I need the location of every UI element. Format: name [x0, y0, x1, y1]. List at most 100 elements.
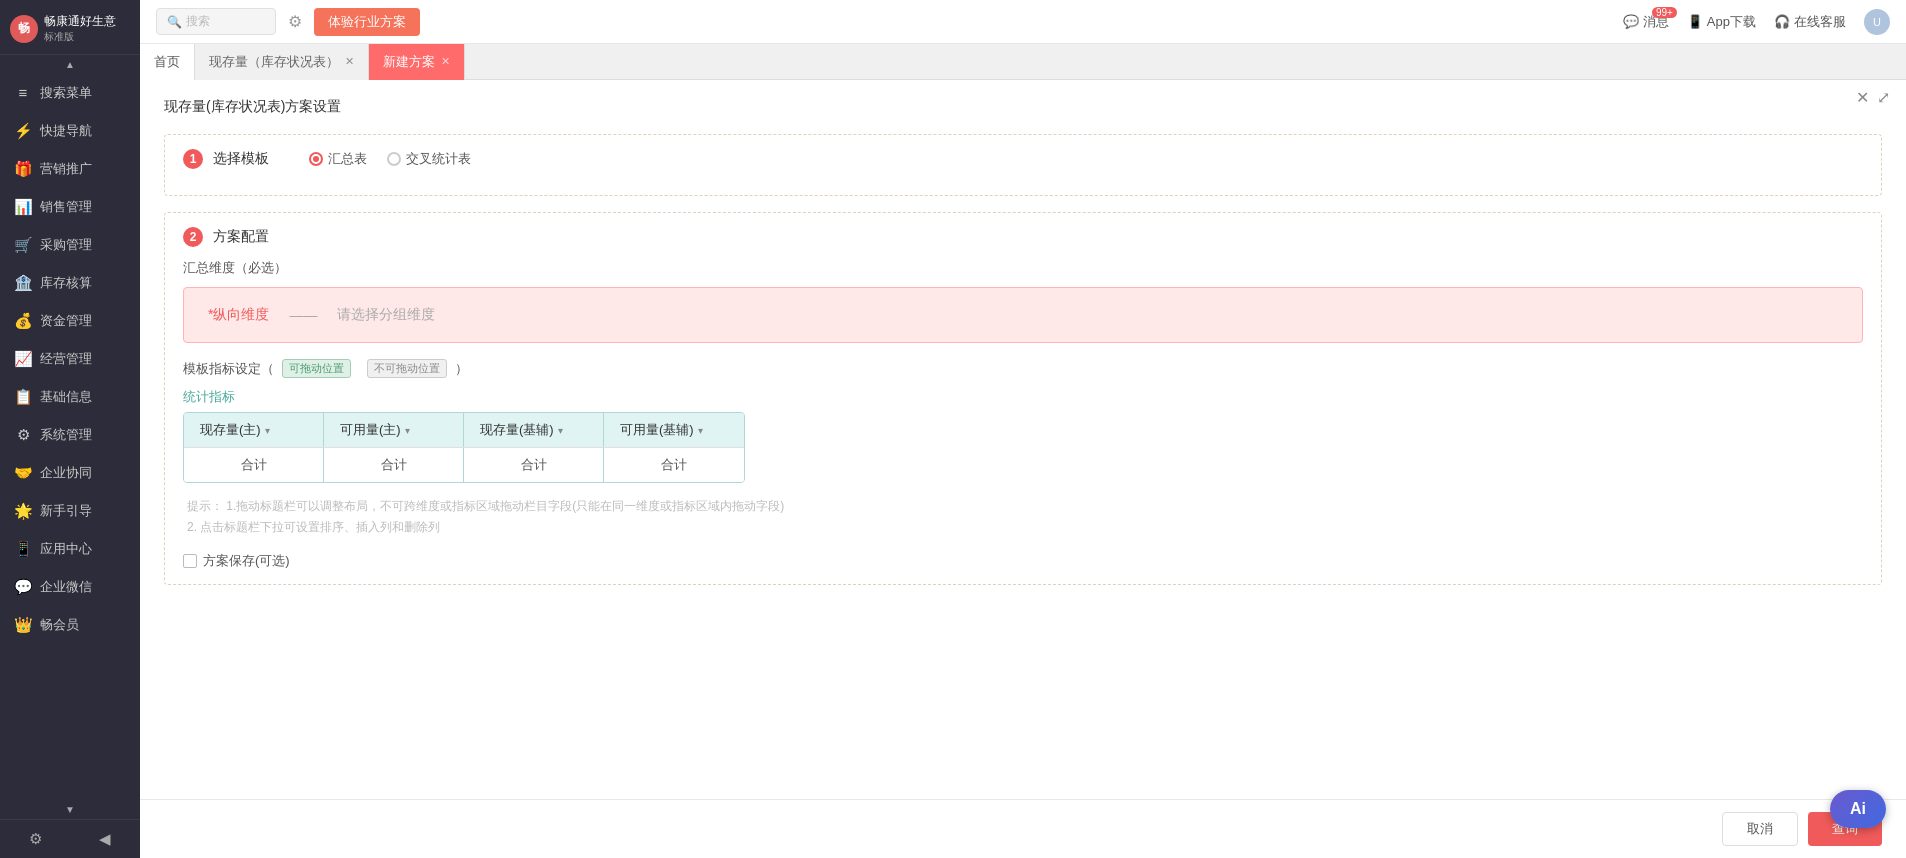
- template-options: 汇总表 交叉统计表: [309, 150, 471, 168]
- col-body-0: 合计: [184, 448, 324, 482]
- sidebar-item-label: 基础信息: [40, 388, 92, 406]
- quicknav-icon: ⚡: [14, 122, 32, 140]
- step2-badge: 2: [183, 227, 203, 247]
- aggregate-label: 汇总维度（必选）: [183, 259, 1863, 277]
- sidebar-item-label: 快捷导航: [40, 122, 92, 140]
- step1-badge: 1: [183, 149, 203, 169]
- panel-close-icon[interactable]: ✕: [1856, 88, 1869, 107]
- step1-section: 1 选择模板 汇总表 交叉统计表: [164, 134, 1882, 196]
- settings-bottom-icon[interactable]: ⚙: [29, 830, 42, 848]
- col-body-2: 合计: [464, 448, 604, 482]
- app-download-btn[interactable]: 📱 App下载: [1687, 13, 1756, 31]
- chevron-down-icon-0: ▾: [265, 425, 270, 436]
- topbar-right: 💬 消息 99+ 📱 App下载 🎧 在线客服 U: [1623, 9, 1890, 35]
- col-body-3: 合计: [604, 448, 744, 482]
- save-checkbox-label: 方案保存(可选): [203, 552, 290, 570]
- indicator-settings-prefix: 模板指标设定（: [183, 360, 274, 378]
- radio-cross[interactable]: 交叉统计表: [387, 150, 471, 168]
- cancel-button[interactable]: 取消: [1722, 812, 1798, 846]
- finance-icon: 💰: [14, 312, 32, 330]
- tag-not-draggable: 不可拖动位置: [367, 359, 447, 378]
- sidebar-item-system[interactable]: ⚙ 系统管理: [0, 416, 140, 454]
- dim-placeholder: 请选择分组维度: [337, 306, 435, 324]
- topbar-gear-icon[interactable]: ⚙: [288, 12, 302, 31]
- sidebar-item-search[interactable]: ≡ 搜索菜单: [0, 74, 140, 112]
- topbar-search[interactable]: 🔍 搜索: [156, 8, 276, 35]
- tab-inventory-label: 现存量（库存状况表）: [209, 53, 339, 71]
- sidebar-item-label: 应用中心: [40, 540, 92, 558]
- app-name: 畅康通好生意: [44, 14, 116, 30]
- sidebar: 畅 畅康通好生意 标准版 ▲ ≡ 搜索菜单 ⚡ 快捷导航 🎁 营销推广 📊 销售…: [0, 0, 140, 858]
- basics-icon: 📋: [14, 388, 32, 406]
- tab-inventory-close-icon[interactable]: ✕: [345, 55, 354, 68]
- collapse-sidebar-icon[interactable]: ◀: [99, 830, 111, 848]
- tab-inventory[interactable]: 现存量（库存状况表） ✕: [195, 44, 369, 80]
- sidebar-item-label: 系统管理: [40, 426, 92, 444]
- search-menu-icon: ≡: [14, 84, 32, 101]
- sidebar-item-operations[interactable]: 📈 经营管理: [0, 340, 140, 378]
- radio-summary[interactable]: 汇总表: [309, 150, 367, 168]
- ai-button[interactable]: Ai: [1830, 790, 1886, 828]
- chevron-down-icon-2: ▾: [558, 425, 563, 436]
- tab-new-plan-label: 新建方案: [383, 53, 435, 71]
- messages-badge[interactable]: 💬 消息 99+: [1623, 13, 1669, 31]
- sidebar-item-label: 经营管理: [40, 350, 92, 368]
- topbar: 🔍 搜索 ⚙ 体验行业方案 💬 消息 99+ 📱 App下载 🎧 在线客服 U: [140, 0, 1906, 44]
- panel-controls: ✕ ⤢: [1856, 88, 1890, 107]
- sidebar-item-wechat[interactable]: 💬 企业微信: [0, 568, 140, 606]
- user-menu[interactable]: U: [1864, 9, 1890, 35]
- sidebar-item-member[interactable]: 👑 畅会员: [0, 606, 140, 644]
- col-header-1[interactable]: 可用量(主) ▾: [324, 413, 464, 447]
- dimension-box[interactable]: *纵向维度 —— 请选择分组维度: [183, 287, 1863, 343]
- sidebar-item-purchase[interactable]: 🛒 采购管理: [0, 226, 140, 264]
- sidebar-item-collab[interactable]: 🤝 企业协同: [0, 454, 140, 492]
- tag-draggable: 可拖动位置: [282, 359, 351, 378]
- table-header-row: 现存量(主) ▾ 可用量(主) ▾ 现存量(基辅) ▾ 可用量(基辅): [184, 413, 744, 447]
- sidebar-item-finance[interactable]: 💰 资金管理: [0, 302, 140, 340]
- dim-arrow: ——: [289, 307, 317, 323]
- sidebar-item-label: 企业微信: [40, 578, 92, 596]
- tab-new-plan[interactable]: 新建方案 ✕: [369, 44, 465, 80]
- sidebar-nav: ≡ 搜索菜单 ⚡ 快捷导航 🎁 营销推广 📊 销售管理 🛒 采购管理 🏦 库存核…: [0, 74, 140, 800]
- sidebar-item-appcenter[interactable]: 📱 应用中心: [0, 530, 140, 568]
- trial-button[interactable]: 体验行业方案: [314, 8, 420, 36]
- member-icon: 👑: [14, 616, 32, 634]
- download-icon: 📱: [1687, 14, 1703, 29]
- app-download-label: App下载: [1707, 13, 1756, 31]
- online-service-label: 在线客服: [1794, 13, 1846, 31]
- sidebar-item-basics[interactable]: 📋 基础信息: [0, 378, 140, 416]
- ai-label: Ai: [1850, 800, 1866, 818]
- newuser-icon: 🌟: [14, 502, 32, 520]
- sidebar-item-marketing[interactable]: 🎁 营销推广: [0, 150, 140, 188]
- sidebar-bottom: ⚙ ◀: [0, 819, 140, 858]
- step1-header: 1 选择模板 汇总表 交叉统计表: [183, 149, 1863, 169]
- tab-home[interactable]: 首页: [140, 44, 195, 80]
- tab-new-plan-close-icon[interactable]: ✕: [441, 55, 450, 68]
- messages-count: 99+: [1652, 7, 1677, 18]
- panel-expand-icon[interactable]: ⤢: [1877, 88, 1890, 107]
- sidebar-item-label: 企业协同: [40, 464, 92, 482]
- online-service-btn[interactable]: 🎧 在线客服: [1774, 13, 1846, 31]
- radio-summary-label: 汇总表: [328, 150, 367, 168]
- col-header-0[interactable]: 现存量(主) ▾: [184, 413, 324, 447]
- col-header-label-2: 现存量(基辅): [480, 421, 554, 439]
- save-checkbox[interactable]: [183, 554, 197, 568]
- sidebar-item-inventory[interactable]: 🏦 库存核算: [0, 264, 140, 302]
- sidebar-item-sales[interactable]: 📊 销售管理: [0, 188, 140, 226]
- sidebar-item-newuser[interactable]: 🌟 新手引导: [0, 492, 140, 530]
- col-header-2[interactable]: 现存量(基辅) ▾: [464, 413, 604, 447]
- logo-icon: 畅: [10, 15, 38, 43]
- sidebar-scroll-up[interactable]: ▲: [0, 55, 140, 74]
- app-version: 标准版: [44, 30, 116, 44]
- chevron-down-icon-1: ▾: [405, 425, 410, 436]
- step2-section: 2 方案配置 汇总维度（必选） *纵向维度 —— 请选择分组维度 模板指标设定（…: [164, 212, 1882, 585]
- sales-icon: 📊: [14, 198, 32, 216]
- content-area: ✕ ⤢ 现存量(库存状况表)方案设置 1 选择模板 汇总表: [140, 80, 1906, 799]
- tips-section: 提示： 1.拖动标题栏可以调整布局，不可跨维度或指标区域拖动栏目字段(只能在同一…: [183, 498, 1863, 536]
- sidebar-scroll-down[interactable]: ▼: [0, 800, 140, 819]
- col-header-3[interactable]: 可用量(基辅) ▾: [604, 413, 744, 447]
- message-icon: 💬: [1623, 14, 1639, 29]
- purchase-icon: 🛒: [14, 236, 32, 254]
- marketing-icon: 🎁: [14, 160, 32, 178]
- sidebar-item-quicknav[interactable]: ⚡ 快捷导航: [0, 112, 140, 150]
